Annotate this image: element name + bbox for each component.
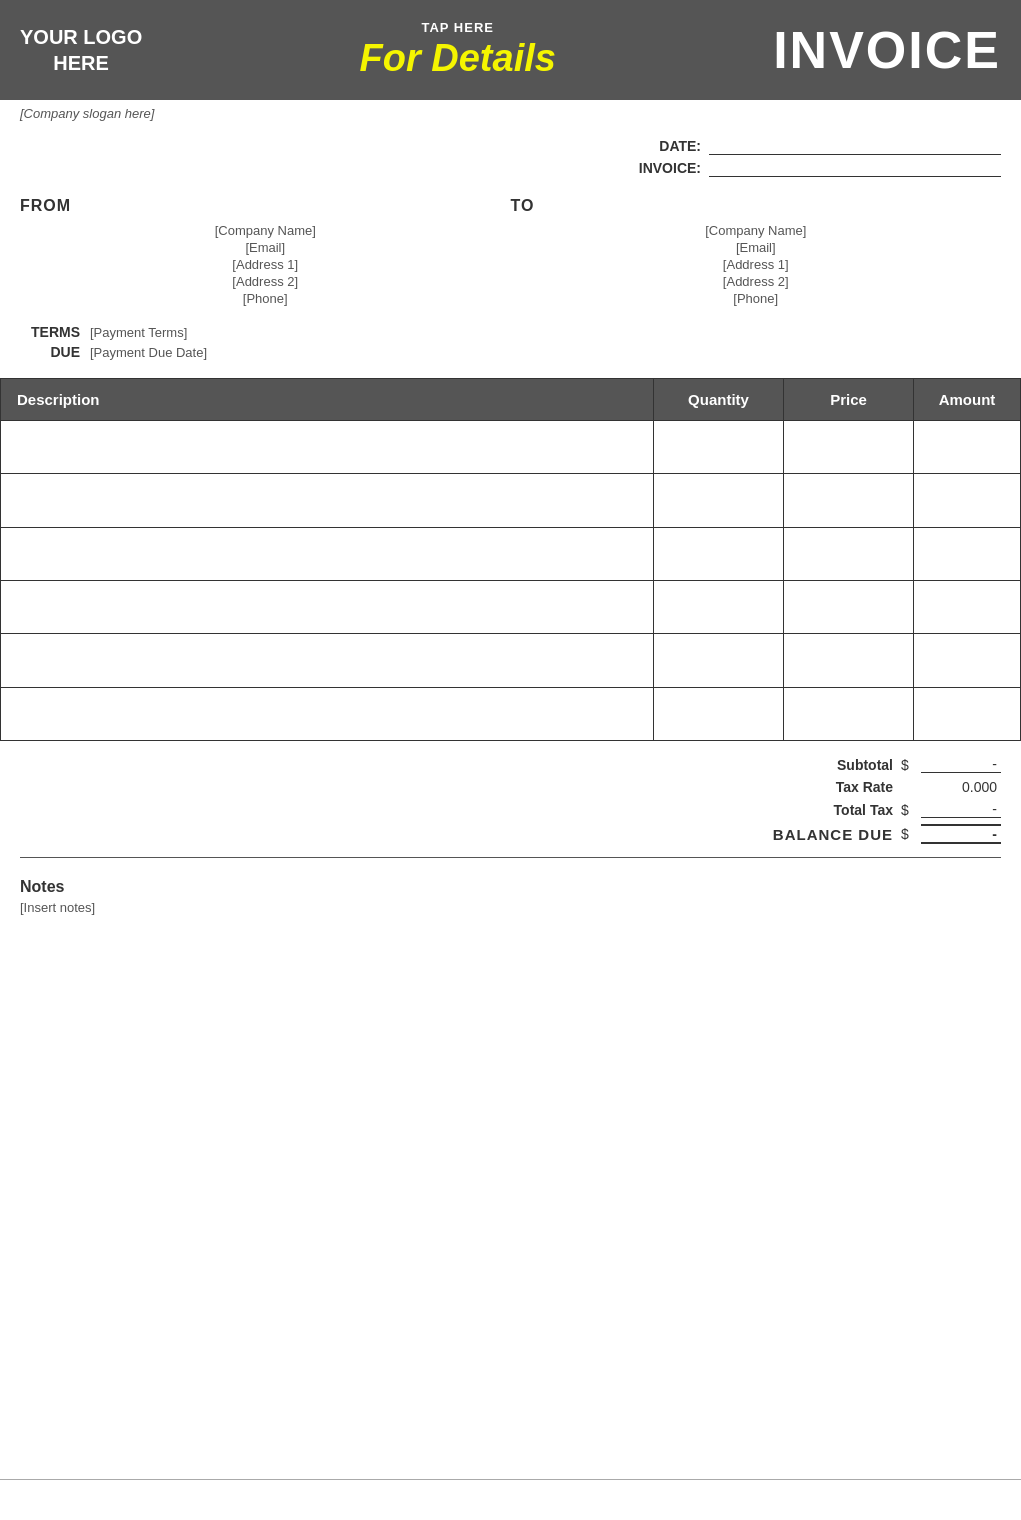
- subtotal-value: -: [921, 756, 1001, 773]
- invoice-input-line[interactable]: [709, 159, 1001, 177]
- table-row[interactable]: [1, 527, 1021, 580]
- amount-cell[interactable]: [914, 580, 1021, 633]
- from-email: [Email]: [245, 240, 285, 255]
- balance-due-label: BALANCE DUE: [773, 826, 901, 843]
- table-row[interactable]: [1, 474, 1021, 527]
- total-tax-row: Total Tax $ -: [661, 798, 1001, 821]
- col-description-header: Description: [1, 379, 654, 421]
- logo-area: YOUR LOGO HERE: [20, 24, 142, 76]
- totals-table: Subtotal $ - Tax Rate 0.000 Total Tax $ …: [661, 753, 1001, 847]
- date-invoice-table: DATE: INVOICE:: [621, 137, 1001, 177]
- to-column: TO [Company Name] [Email] [Address 1] [A…: [511, 197, 1002, 306]
- table-row[interactable]: [1, 580, 1021, 633]
- qty-cell[interactable]: [654, 634, 784, 687]
- from-to-section: FROM [Company Name] [Email] [Address 1] …: [0, 181, 1021, 316]
- amount-cell[interactable]: [914, 527, 1021, 580]
- to-company-name: [Company Name]: [705, 223, 806, 238]
- to-address: [Company Name] [Email] [Address 1] [Addr…: [511, 223, 1002, 306]
- from-company-name: [Company Name]: [215, 223, 316, 238]
- header-bar: YOUR LOGO HERE TAP HERE For Details INVO…: [0, 0, 1021, 100]
- price-cell[interactable]: [784, 527, 914, 580]
- qty-cell[interactable]: [654, 474, 784, 527]
- price-cell[interactable]: [784, 421, 914, 474]
- notes-content[interactable]: [Insert notes]: [20, 900, 1001, 915]
- date-label: DATE:: [621, 138, 701, 154]
- subtotal-row: Subtotal $ -: [661, 753, 1001, 776]
- qty-cell[interactable]: [654, 527, 784, 580]
- balance-due-dollar: $: [901, 826, 921, 842]
- amount-cell[interactable]: [914, 474, 1021, 527]
- amount-cell[interactable]: [914, 421, 1021, 474]
- tap-here-label: TAP HERE: [142, 20, 773, 35]
- balance-due-row: BALANCE DUE $ -: [661, 821, 1001, 847]
- due-value: [Payment Due Date]: [90, 345, 207, 360]
- invoice-title: INVOICE: [773, 20, 1001, 80]
- to-phone: [Phone]: [733, 291, 778, 306]
- from-header: FROM: [20, 197, 511, 215]
- amount-cell[interactable]: [914, 687, 1021, 740]
- desc-cell[interactable]: [1, 687, 654, 740]
- table-row[interactable]: [1, 687, 1021, 740]
- tax-rate-row: Tax Rate 0.000: [661, 776, 1001, 798]
- logo-line2: HERE: [53, 52, 109, 74]
- price-cell[interactable]: [784, 634, 914, 687]
- terms-value: [Payment Terms]: [90, 325, 187, 340]
- balance-due-value: -: [921, 824, 1001, 844]
- date-row: DATE:: [621, 137, 1001, 155]
- desc-cell[interactable]: [1, 580, 654, 633]
- to-email: [Email]: [736, 240, 776, 255]
- col-price-header: Price: [784, 379, 914, 421]
- table-header-row: Description Quantity Price Amount: [1, 379, 1021, 421]
- total-tax-value: -: [921, 801, 1001, 818]
- from-address: [Company Name] [Email] [Address 1] [Addr…: [20, 223, 511, 306]
- price-cell[interactable]: [784, 580, 914, 633]
- qty-cell[interactable]: [654, 580, 784, 633]
- for-details-label: For Details: [142, 37, 773, 80]
- total-tax-dollar: $: [901, 802, 921, 818]
- terms-row: TERMS [Payment Terms]: [20, 324, 1001, 340]
- subtotal-dollar: $: [901, 757, 921, 773]
- bottom-separator: [0, 1479, 1021, 1480]
- qty-cell[interactable]: [654, 421, 784, 474]
- desc-cell[interactable]: [1, 527, 654, 580]
- notes-section: Notes [Insert notes]: [0, 858, 1021, 925]
- tap-here-area[interactable]: TAP HERE For Details: [142, 20, 773, 80]
- terms-label: TERMS: [20, 324, 80, 340]
- to-header: TO: [511, 197, 1002, 215]
- table-row[interactable]: [1, 421, 1021, 474]
- from-column: FROM [Company Name] [Email] [Address 1] …: [20, 197, 511, 306]
- desc-cell[interactable]: [1, 474, 654, 527]
- price-cell[interactable]: [784, 687, 914, 740]
- desc-cell[interactable]: [1, 634, 654, 687]
- qty-cell[interactable]: [654, 687, 784, 740]
- from-address2: [Address 2]: [232, 274, 298, 289]
- from-phone: [Phone]: [243, 291, 288, 306]
- price-cell[interactable]: [784, 474, 914, 527]
- invoice-row: INVOICE:: [621, 159, 1001, 177]
- invoice-label: INVOICE:: [621, 160, 701, 176]
- date-input-line[interactable]: [709, 137, 1001, 155]
- invoice-page: YOUR LOGO HERE TAP HERE For Details INVO…: [0, 0, 1021, 1520]
- due-row: DUE [Payment Due Date]: [20, 344, 1001, 360]
- to-address1: [Address 1]: [723, 257, 789, 272]
- tax-rate-label: Tax Rate: [781, 779, 901, 795]
- due-label: DUE: [20, 344, 80, 360]
- desc-cell[interactable]: [1, 421, 654, 474]
- notes-title: Notes: [20, 878, 1001, 896]
- company-slogan: [Company slogan here]: [0, 100, 1021, 127]
- amount-cell[interactable]: [914, 634, 1021, 687]
- totals-section: Subtotal $ - Tax Rate 0.000 Total Tax $ …: [0, 741, 1021, 847]
- date-invoice-section: DATE: INVOICE:: [0, 127, 1021, 181]
- table-row[interactable]: [1, 634, 1021, 687]
- subtotal-label: Subtotal: [781, 757, 901, 773]
- tax-rate-value: 0.000: [921, 779, 1001, 795]
- to-address2: [Address 2]: [723, 274, 789, 289]
- from-address1: [Address 1]: [232, 257, 298, 272]
- logo-line1: YOUR LOGO: [20, 26, 142, 48]
- col-quantity-header: Quantity: [654, 379, 784, 421]
- invoice-table: Description Quantity Price Amount: [0, 378, 1021, 741]
- total-tax-label: Total Tax: [781, 802, 901, 818]
- terms-section: TERMS [Payment Terms] DUE [Payment Due D…: [0, 316, 1021, 368]
- col-amount-header: Amount: [914, 379, 1021, 421]
